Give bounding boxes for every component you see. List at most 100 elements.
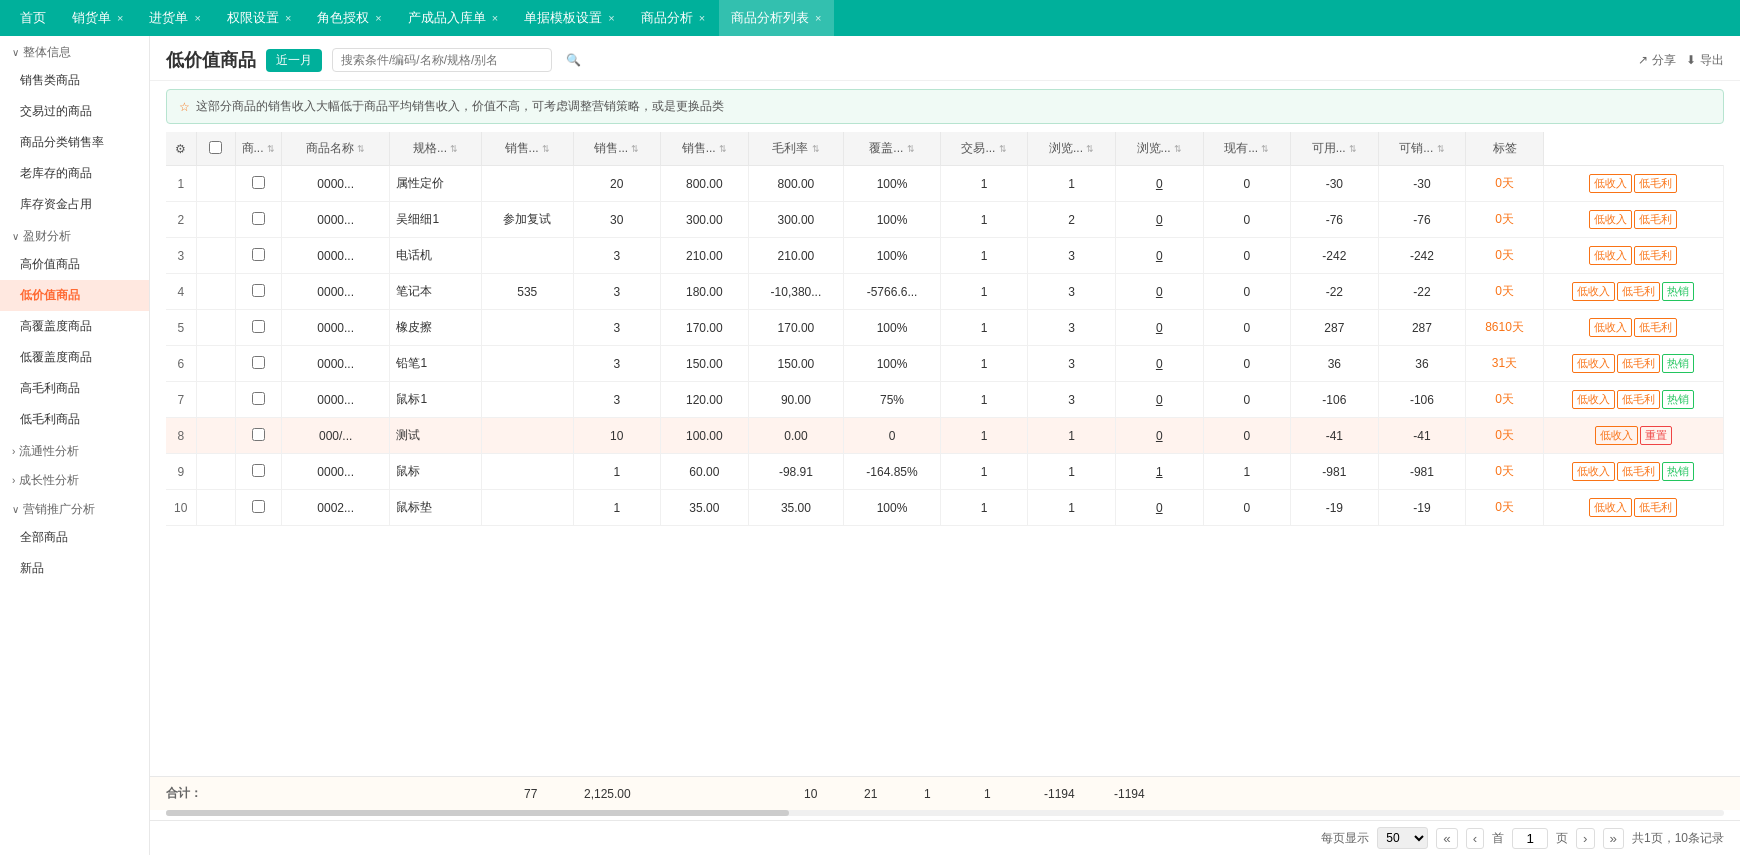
checkbox-cell[interactable] <box>235 310 281 346</box>
browse1-cell[interactable]: 0 <box>1115 382 1203 418</box>
export-button[interactable]: ⬇ 导出 <box>1686 52 1724 69</box>
col-name[interactable]: 商品名称 ⇅ <box>281 132 390 166</box>
browse-link[interactable]: 0 <box>1156 357 1163 371</box>
close-icon[interactable]: × <box>608 12 614 24</box>
close-icon[interactable]: × <box>375 12 381 24</box>
sidebar-item-low-gross[interactable]: 低毛利商品 <box>0 404 149 435</box>
browse-link[interactable]: 0 <box>1156 501 1163 515</box>
row-checkbox[interactable] <box>252 500 265 513</box>
nav-home[interactable]: 首页 <box>8 0 58 36</box>
row-checkbox[interactable] <box>252 284 265 297</box>
nav-permission[interactable]: 权限设置 × <box>215 0 303 36</box>
browse-link[interactable]: 0 <box>1156 429 1163 443</box>
scrollbar-thumb[interactable] <box>166 810 789 816</box>
sidebar-item-inventory-fund[interactable]: 库存资金占用 <box>0 189 149 220</box>
browse1-cell[interactable]: 0 <box>1115 274 1203 310</box>
row-checkbox[interactable] <box>252 176 265 189</box>
col-sales-qty[interactable]: 销售... ⇅ <box>481 132 573 166</box>
sidebar-item-high-value[interactable]: 高价值商品 <box>0 249 149 280</box>
col-gross-rate[interactable]: 毛利率 ⇅ <box>748 132 844 166</box>
sidebar-item-high-gross[interactable]: 高毛利商品 <box>0 373 149 404</box>
col-checkbox[interactable] <box>196 132 235 166</box>
browse-link[interactable]: 0 <box>1156 177 1163 191</box>
checkbox-cell[interactable] <box>235 202 281 238</box>
sidebar-group-marketing[interactable]: ∨ 营销推广分析 <box>0 493 149 522</box>
prev-page-button[interactable]: ‹ <box>1466 828 1484 849</box>
col-sales-cost[interactable]: 销售... ⇅ <box>661 132 749 166</box>
sidebar-item-old-inventory[interactable]: 老库存的商品 <box>0 158 149 189</box>
sidebar-item-traded[interactable]: 交易过的商品 <box>0 96 149 127</box>
first-page-button[interactable]: « <box>1436 828 1457 849</box>
checkbox-cell[interactable] <box>235 166 281 202</box>
row-checkbox[interactable] <box>252 464 265 477</box>
sidebar-item-all-products[interactable]: 全部商品 <box>0 522 149 553</box>
row-checkbox[interactable] <box>252 392 265 405</box>
sidebar-item-low-coverage[interactable]: 低覆盖度商品 <box>0 342 149 373</box>
col-current-stock[interactable]: 现有... ⇅ <box>1203 132 1291 166</box>
row-checkbox[interactable] <box>252 356 265 369</box>
close-icon[interactable]: × <box>117 12 123 24</box>
checkbox-cell[interactable] <box>235 238 281 274</box>
nav-product-analysis[interactable]: 商品分析 × <box>629 0 717 36</box>
sidebar-group-circulation[interactable]: › 流通性分析 <box>0 435 149 464</box>
col-code[interactable]: 商... ⇅ <box>235 132 281 166</box>
sidebar-item-high-coverage[interactable]: 高覆盖度商品 <box>0 311 149 342</box>
row-checkbox[interactable] <box>252 428 265 441</box>
browse-link[interactable]: 0 <box>1156 213 1163 227</box>
sidebar-group-profit[interactable]: ∨ 盈财分析 <box>0 220 149 249</box>
nav-role-auth[interactable]: 角色授权 × <box>305 0 393 36</box>
row-checkbox[interactable] <box>252 212 265 225</box>
col-browse2[interactable]: 浏览... ⇅ <box>1115 132 1203 166</box>
sidebar-item-category-sales-rate[interactable]: 商品分类销售率 <box>0 127 149 158</box>
last-page-button[interactable]: » <box>1603 828 1624 849</box>
sidebar-item-low-value[interactable]: 低价值商品 <box>0 280 149 311</box>
browse1-cell[interactable]: 0 <box>1115 238 1203 274</box>
sidebar-item-sales-category[interactable]: 销售类商品 <box>0 65 149 96</box>
search-icon[interactable]: 🔍 <box>566 53 581 67</box>
close-icon[interactable]: × <box>285 12 291 24</box>
nav-sales-order[interactable]: 销货单 × <box>60 0 135 36</box>
browse1-cell[interactable]: 0 <box>1115 418 1203 454</box>
search-input[interactable] <box>332 48 552 72</box>
page-size-select[interactable]: 50 100 200 <box>1377 827 1428 849</box>
browse-link[interactable]: 0 <box>1156 393 1163 407</box>
close-icon[interactable]: × <box>699 12 705 24</box>
checkbox-cell[interactable] <box>235 382 281 418</box>
checkbox-cell[interactable] <box>235 274 281 310</box>
close-icon[interactable]: × <box>815 12 821 24</box>
close-icon[interactable]: × <box>492 12 498 24</box>
col-browse1[interactable]: 浏览... ⇅ <box>1028 132 1116 166</box>
browse1-cell[interactable]: 0 <box>1115 202 1203 238</box>
browse1-cell[interactable]: 0 <box>1115 310 1203 346</box>
browse1-cell[interactable]: 1 <box>1115 454 1203 490</box>
nav-product-warehouse[interactable]: 产成品入库单 × <box>396 0 510 36</box>
scrollbar-track[interactable] <box>166 810 1724 816</box>
col-settings[interactable]: ⚙ <box>166 132 196 166</box>
col-sellable[interactable]: 可销... ⇅ <box>1378 132 1466 166</box>
browse-link[interactable]: 0 <box>1156 285 1163 299</box>
browse-link[interactable]: 0 <box>1156 321 1163 335</box>
page-input[interactable] <box>1512 828 1548 849</box>
browse1-cell[interactable]: 0 <box>1115 490 1203 526</box>
col-available-stock[interactable]: 可用... ⇅ <box>1291 132 1379 166</box>
col-spec[interactable]: 规格... ⇅ <box>390 132 482 166</box>
checkbox-cell[interactable] <box>235 346 281 382</box>
row-checkbox[interactable] <box>252 320 265 333</box>
browse1-cell[interactable]: 0 <box>1115 166 1203 202</box>
nav-template-settings[interactable]: 单据模板设置 × <box>512 0 626 36</box>
select-all-checkbox[interactable] <box>209 141 222 154</box>
next-page-button[interactable]: › <box>1576 828 1594 849</box>
nav-product-analysis-list[interactable]: 商品分析列表 × <box>719 0 833 36</box>
filter-button[interactable]: 近一月 <box>266 49 322 72</box>
checkbox-cell[interactable] <box>235 490 281 526</box>
table-container[interactable]: ⚙ 商... ⇅ 商品名称 ⇅ 规格... ⇅ 销售... ⇅ 销售... ⇅ … <box>150 132 1740 776</box>
browse-link[interactable]: 1 <box>1156 465 1163 479</box>
checkbox-cell[interactable] <box>235 418 281 454</box>
col-coverage[interactable]: 覆盖... ⇅ <box>844 132 941 166</box>
browse1-cell[interactable]: 0 <box>1115 346 1203 382</box>
col-transaction[interactable]: 交易... ⇅ <box>940 132 1028 166</box>
sidebar-item-new-products[interactable]: 新品 <box>0 553 149 584</box>
col-sales-price[interactable]: 销售... ⇅ <box>573 132 661 166</box>
sidebar-group-growth[interactable]: › 成长性分析 <box>0 464 149 493</box>
nav-purchase-order[interactable]: 进货单 × <box>137 0 212 36</box>
